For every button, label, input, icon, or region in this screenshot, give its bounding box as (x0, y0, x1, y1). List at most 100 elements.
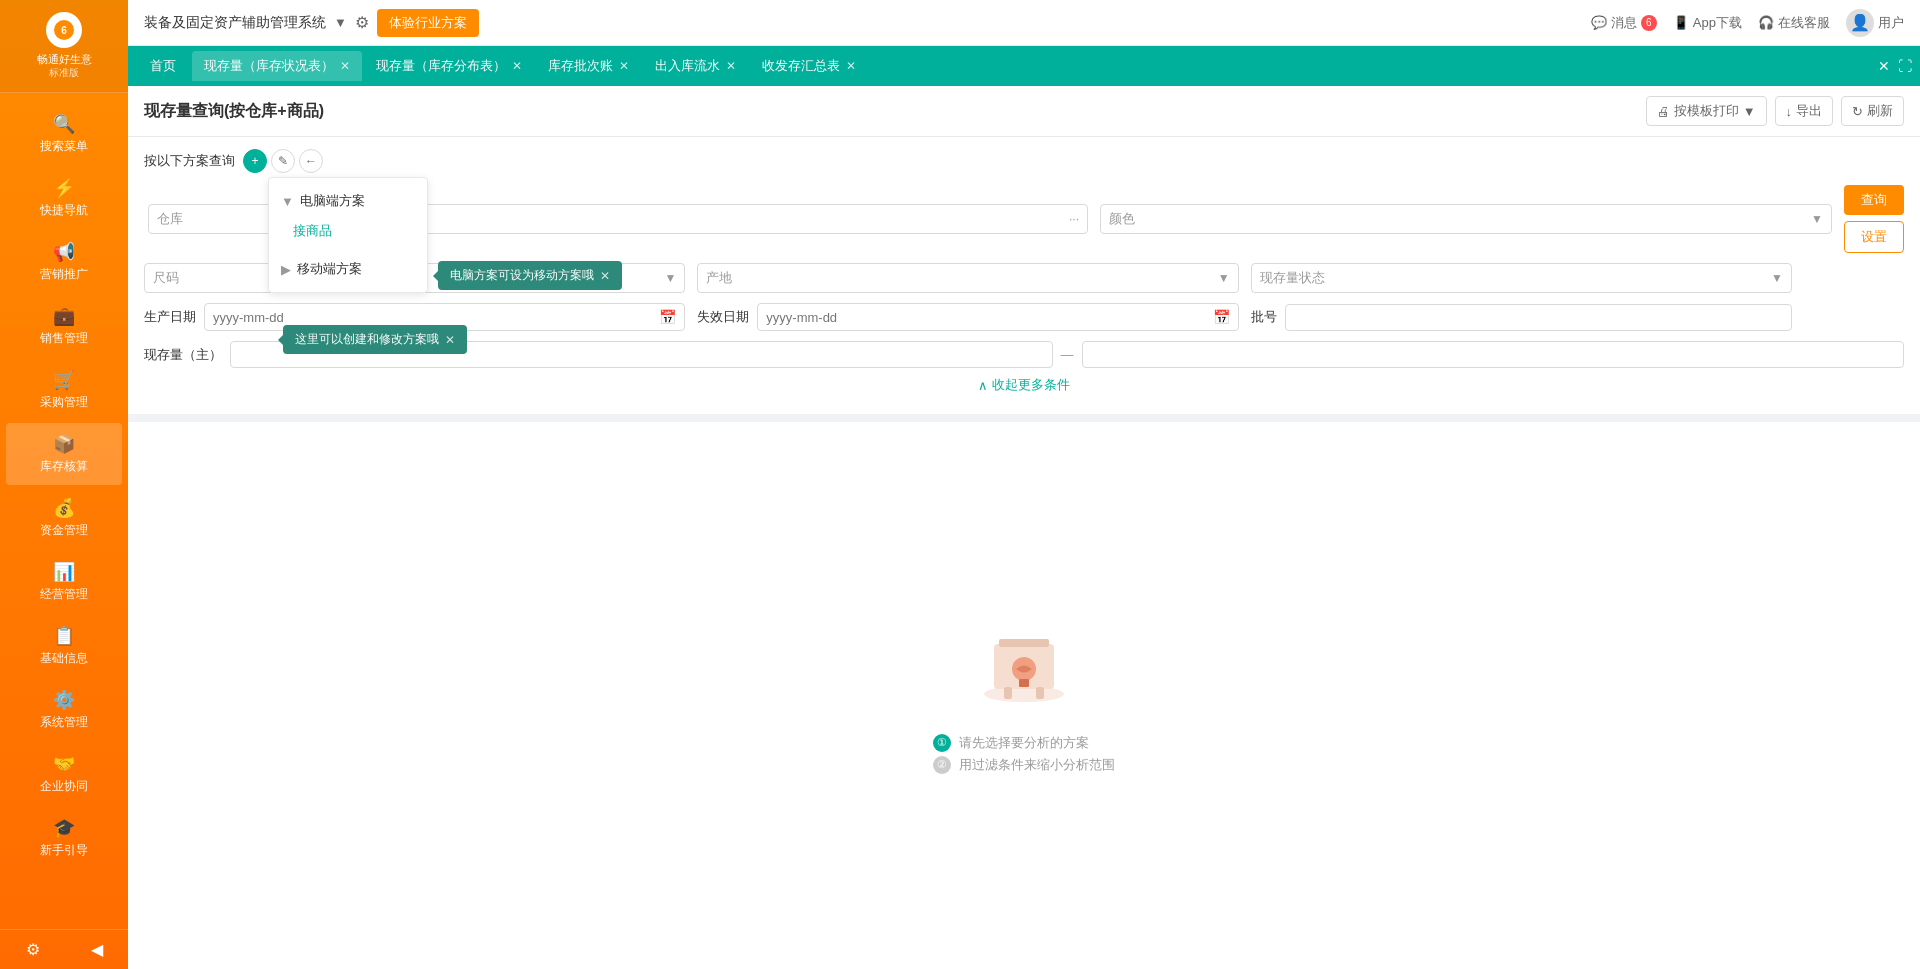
tab-stock-dist[interactable]: 现存量（库存分布表） ✕ (364, 51, 534, 81)
stock-status-field[interactable]: 现存量状态 ▼ (1251, 263, 1792, 293)
system-name: 装备及固定资产辅助管理系统 (144, 14, 326, 32)
header-right: 💬 消息 6 📱 App下载 🎧 在线客服 👤 用户 (1591, 9, 1904, 37)
sidebar-nav: 🔍 搜索菜单 ⚡ 快捷导航 📢 营销推广 💼 销售管理 🛒 采购管理 📦 库存核… (0, 93, 128, 929)
add-scheme-btn[interactable]: + (243, 149, 267, 173)
filter-header: 按以下方案查询 + ✎ ← ▼ 电脑端方案 接商品 (144, 149, 1904, 173)
tab-stock-dist-close[interactable]: ✕ (512, 59, 522, 73)
sidebar-item-purchase[interactable]: 🛒 采购管理 (6, 359, 122, 421)
reset-btn[interactable]: 设置 (1844, 221, 1904, 253)
app-download-item[interactable]: 📱 App下载 (1673, 14, 1742, 32)
tab-stock-status[interactable]: 现存量（库存状况表） ✕ (192, 51, 362, 81)
user-item[interactable]: 👤 用户 (1846, 9, 1904, 37)
sidebar-logo: 6 畅通好生意 标准版 (0, 0, 128, 93)
filter-actions: + ✎ ← (243, 149, 323, 173)
tab-home[interactable]: 首页 (136, 51, 190, 81)
sidebar-item-basic-info[interactable]: 📋 基础信息 (6, 615, 122, 677)
svg-rect-8 (1036, 687, 1044, 699)
tab-flow[interactable]: 出入库流水 ✕ (643, 51, 748, 81)
search-btn[interactable]: 查询 (1844, 185, 1904, 215)
tab-close-all-icon[interactable]: ✕ (1878, 58, 1890, 74)
headset-icon: 🎧 (1758, 15, 1774, 30)
finance-icon: 💰 (53, 497, 75, 519)
collapse-sidebar-icon[interactable]: ◀ (91, 940, 103, 959)
basic-info-icon: 📋 (53, 625, 75, 647)
tab-batch-label: 库存批次账 (548, 57, 613, 75)
management-icon: 📊 (53, 561, 75, 583)
produce-date-field[interactable] (213, 310, 659, 325)
tab-batch-close[interactable]: ✕ (619, 59, 629, 73)
expire-date-calendar-icon[interactable]: 📅 (1213, 309, 1230, 325)
sidebar-item-inventory[interactable]: 📦 库存核算 (6, 423, 122, 485)
page-content: 现存量查询(按仓库+商品) 🖨 按模板打印 ▼ ↓ 导出 ↻ 刷新 (128, 86, 1920, 969)
expire-date-input[interactable]: 📅 (757, 303, 1238, 331)
inventory-icon: 📦 (53, 433, 75, 455)
stock-main-dash: — (1061, 347, 1074, 362)
svg-rect-4 (999, 639, 1049, 647)
system-dropdown[interactable]: ▼ (334, 15, 347, 30)
phone-icon: 📱 (1673, 15, 1689, 30)
tab-summary[interactable]: 收发存汇总表 ✕ (750, 51, 868, 81)
logo-text: 畅通好生意 (37, 52, 92, 66)
tab-batch[interactable]: 库存批次账 ✕ (536, 51, 641, 81)
stock-main-field2[interactable] (1091, 347, 1896, 362)
edit-scheme-btn[interactable]: ✎ (271, 149, 295, 173)
search-reset-btns: 查询 设置 (1844, 185, 1904, 253)
mobile-scheme-header[interactable]: ▶ 移动端方案 (269, 254, 427, 284)
industry-btn[interactable]: 体验行业方案 (377, 9, 479, 37)
tip-num-1: ① (933, 734, 951, 752)
tab-summary-label: 收发存汇总表 (762, 57, 840, 75)
scheme-item-product[interactable]: 接商品 (269, 216, 427, 246)
tab-stock-dist-label: 现存量（库存分布表） (376, 57, 506, 75)
print-icon: 🖨 (1657, 104, 1670, 119)
tab-stock-status-close[interactable]: ✕ (340, 59, 350, 73)
stock-main-input2[interactable] (1082, 341, 1905, 368)
user-avatar: 👤 (1846, 9, 1874, 37)
tab-summary-close[interactable]: ✕ (846, 59, 856, 73)
system-icon: ⚙️ (53, 689, 75, 711)
product-field[interactable]: 商品 ··· (356, 204, 1088, 234)
sidebar-item-cooperation[interactable]: 🤝 企业协同 (6, 743, 122, 805)
expire-date-field[interactable] (766, 310, 1212, 325)
produce-date-label-text: 生产日期 (144, 308, 196, 326)
produce-date-calendar-icon[interactable]: 📅 (659, 309, 676, 325)
quick-nav-icon: ⚡ (53, 177, 75, 199)
page-actions: 🖨 按模板打印 ▼ ↓ 导出 ↻ 刷新 (1646, 96, 1904, 126)
batch-no-wrap: 批号 (1251, 304, 1792, 331)
online-support-item[interactable]: 🎧 在线客服 (1758, 14, 1830, 32)
dropdown-arrow-icon: ▼ (334, 15, 347, 30)
tab-flow-close[interactable]: ✕ (726, 59, 736, 73)
sidebar-item-search[interactable]: 🔍 搜索菜单 (6, 103, 122, 165)
sidebar-item-system[interactable]: ⚙️ 系统管理 (6, 679, 122, 741)
settings-header-btn[interactable]: ⚙ (355, 13, 369, 32)
sidebar-item-guide[interactable]: 🎓 新手引导 (6, 807, 122, 869)
search-nav-icon: 🔍 (53, 113, 75, 135)
guide-icon: 🎓 (53, 817, 75, 839)
svg-rect-6 (1019, 679, 1029, 687)
color-field[interactable]: 颜色 ▼ (1100, 204, 1832, 234)
batch-no-field[interactable] (1294, 310, 1783, 325)
refresh-btn[interactable]: ↻ 刷新 (1841, 96, 1904, 126)
sidebar-item-quick-nav[interactable]: ⚡ 快捷导航 (6, 167, 122, 229)
sidebar-item-management[interactable]: 📊 经营管理 (6, 551, 122, 613)
sidebar-item-marketing[interactable]: 📢 营销推广 (6, 231, 122, 293)
export-btn[interactable]: ↓ 导出 (1775, 96, 1834, 126)
back-scheme-btn[interactable]: ← (299, 149, 323, 173)
collapse-btn[interactable]: ∧ 收起更多条件 (144, 368, 1904, 402)
purchase-icon: 🛒 (53, 369, 75, 391)
origin-field[interactable]: 产地 ▼ (697, 263, 1238, 293)
logo-tag: 标准版 (49, 66, 79, 80)
tooltip-scheme-close[interactable]: ✕ (600, 269, 610, 283)
desktop-scheme-header[interactable]: ▼ 电脑端方案 (269, 186, 427, 216)
settings-bottom-icon[interactable]: ⚙ (26, 940, 40, 959)
stock-status-arrow-icon: ▼ (1771, 271, 1783, 285)
tab-expand-icon[interactable]: ⛶ (1898, 58, 1912, 74)
sidebar-item-finance[interactable]: 💰 资金管理 (6, 487, 122, 549)
refresh-icon: ↻ (1852, 104, 1863, 119)
sidebar-item-sales[interactable]: 💼 销售管理 (6, 295, 122, 357)
print-btn[interactable]: 🖨 按模板打印 ▼ (1646, 96, 1767, 126)
tooltip-create-close[interactable]: ✕ (445, 333, 455, 347)
sales-icon: 💼 (53, 305, 75, 327)
messages-item[interactable]: 💬 消息 6 (1591, 14, 1657, 32)
desktop-scheme-arrow: ▼ (281, 194, 294, 209)
batch-no-input[interactable] (1285, 304, 1792, 331)
